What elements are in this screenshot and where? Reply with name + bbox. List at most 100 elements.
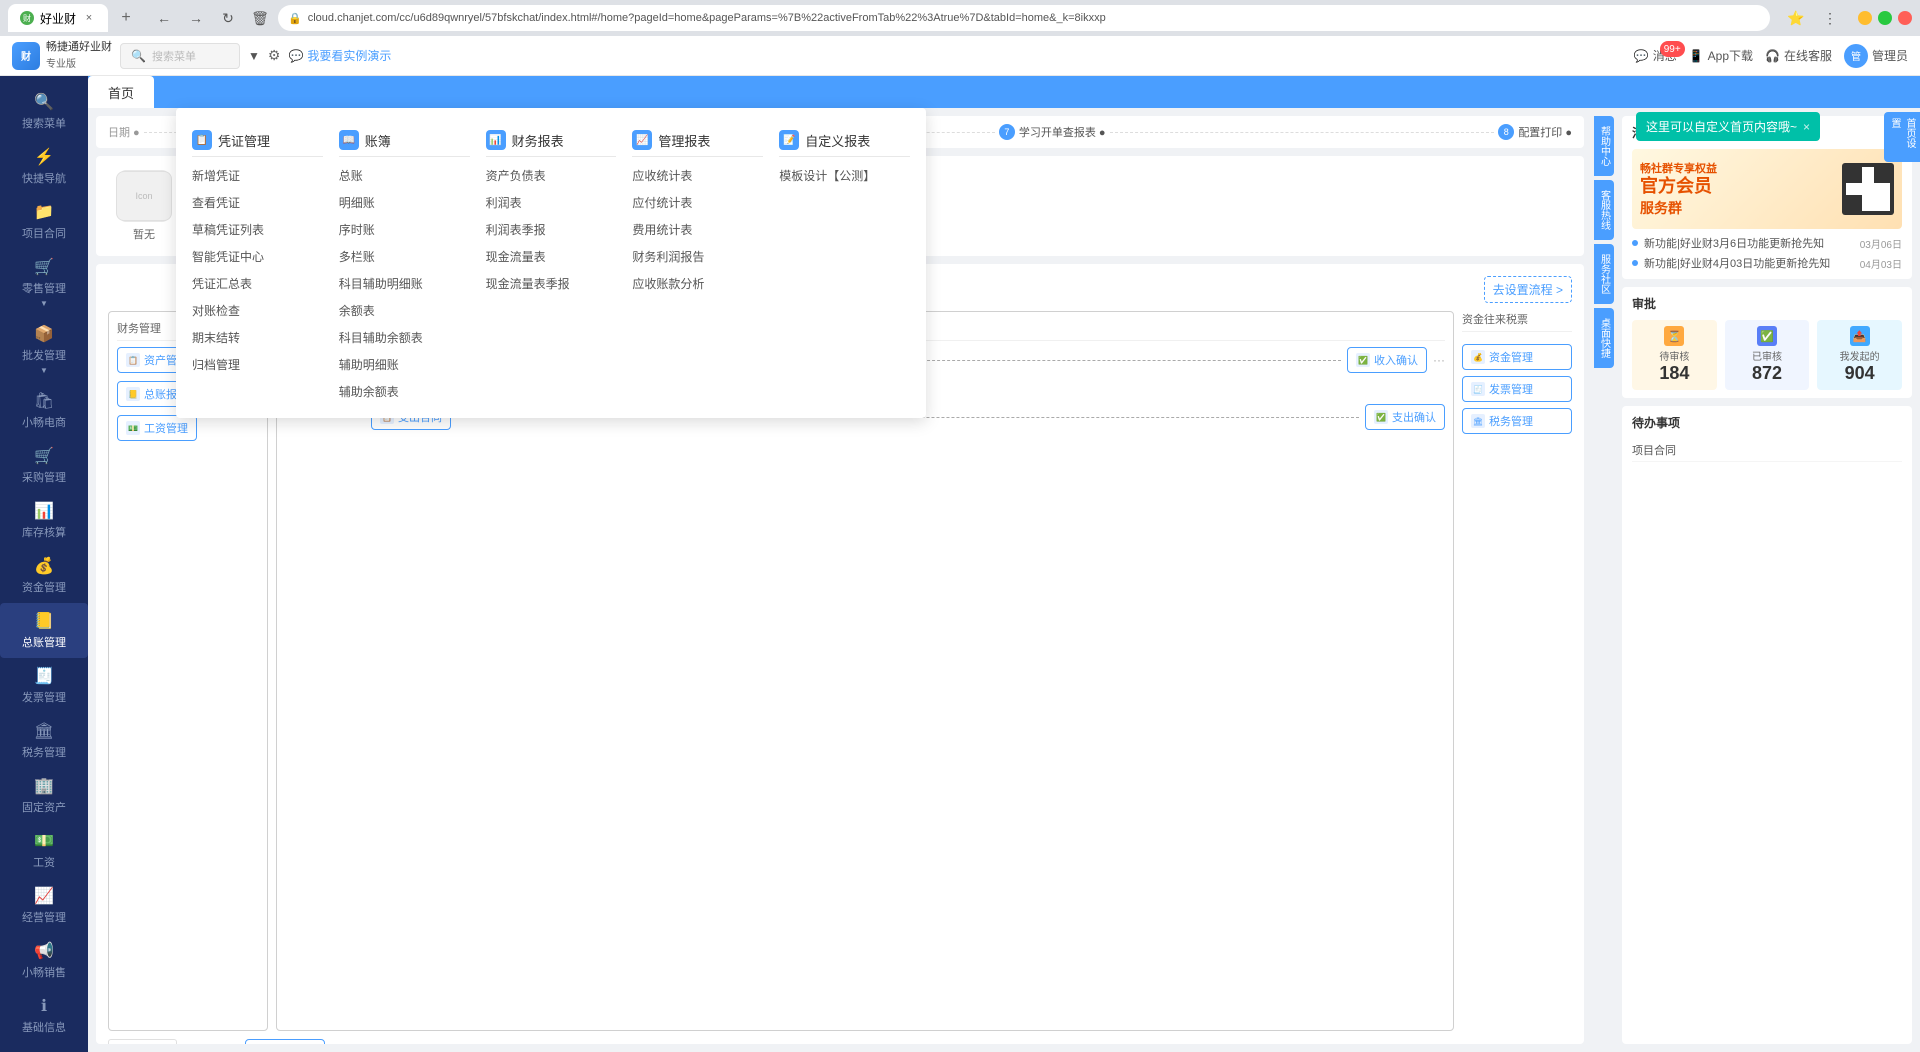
menu-profit-report[interactable]: 财务利润报告 [632, 246, 763, 267]
community-btn[interactable]: 服务社区 [1594, 244, 1614, 304]
more-btn[interactable]: ⋮ [1816, 4, 1844, 32]
menu-balance[interactable]: 余额表 [339, 300, 470, 321]
menu-subject-detail[interactable]: 科目辅助明细账 [339, 273, 470, 294]
demo-btn[interactable]: 💬 我要看实例演示 [288, 47, 391, 64]
menu-section-ledger: 📖 账簿 总账 明细账 序时账 多栏账 科目辅助明细账 余额表 科目辅助余额表 … [339, 124, 470, 402]
home-settings-btn[interactable]: 首页设置 [1884, 112, 1920, 162]
menu-view-voucher[interactable]: 查看凭证 [192, 192, 323, 213]
flow-invoice-box[interactable]: 🧾 发票管理 [1462, 376, 1572, 402]
tooltip-close-btn[interactable]: × [1803, 120, 1810, 134]
news-item-1[interactable]: 新功能|好业财3月6日功能更新抢先知 03月06日 [1632, 235, 1902, 251]
menu-smart-center[interactable]: 智能凭证中心 [192, 246, 323, 267]
activity-banner[interactable]: 畅社群专享权益 官方会员 服务群 [1632, 149, 1902, 229]
sidebar-item-project[interactable]: 📁 项目合同 [0, 194, 88, 249]
sidebar-item-tax[interactable]: 🏛 税务管理 [0, 713, 88, 768]
settings-icon[interactable]: ⚙ [268, 47, 281, 64]
flow-inventory-box[interactable]: 📦 库存管理 [245, 1039, 325, 1044]
toolbar-search-input[interactable]: 🔍 搜索菜单 [120, 43, 240, 69]
approval-reviewed[interactable]: ✅ 已审核 872 [1725, 320, 1810, 390]
approval-card: 审批 ⏳ 待审核 184 ✅ 已审核 872 📤 [1622, 287, 1912, 398]
sidebar-item-inventory[interactable]: 📊 库存核算 [0, 493, 88, 548]
todo-item-project[interactable]: 项目合同 [1632, 439, 1902, 462]
refresh-btn[interactable]: ↻ [216, 6, 240, 30]
flow-expense-confirm-box[interactable]: ✅ 支出确认 [1365, 404, 1445, 430]
menu-period-close[interactable]: 期末结转 [192, 327, 323, 348]
bookmark-btn[interactable]: ⭐ [1782, 4, 1810, 32]
menu-aux-detail[interactable]: 辅助明细账 [339, 354, 470, 375]
menu-reconcile[interactable]: 对账检查 [192, 300, 323, 321]
browser-tab[interactable]: 财 好业财 × [8, 4, 108, 32]
menu-add-voucher[interactable]: 新增凭证 [192, 165, 323, 186]
sidebar-item-ledger[interactable]: 📒 总账管理 [0, 603, 88, 658]
set-flow-btn[interactable]: 去设置流程 > [1484, 276, 1572, 303]
menu-receivable-stats[interactable]: 应收统计表 [632, 165, 763, 186]
win-close-btn[interactable] [1898, 11, 1912, 25]
sidebar-item-nav[interactable]: ⚡ 快捷导航 [0, 139, 88, 194]
menu-archive[interactable]: 归档管理 [192, 354, 323, 375]
back-btn[interactable]: ← [152, 6, 176, 30]
new-tab-btn[interactable]: + [114, 6, 138, 30]
todo-project-label: 项目合同 [1632, 442, 1676, 458]
menu-profit-quarterly[interactable]: 利润表季报 [486, 219, 617, 240]
sidebar-item-payroll[interactable]: 💵 工资 [0, 823, 88, 878]
menu-subject-balance[interactable]: 科目辅助余额表 [339, 327, 470, 348]
flow-tax-box[interactable]: 🏛 税务管理 [1462, 408, 1572, 434]
menu-aux-balance[interactable]: 辅助余额表 [339, 381, 470, 402]
app-download-btn[interactable]: 📱 App下载 [1689, 47, 1753, 64]
win-maximize-btn[interactable] [1878, 11, 1892, 25]
approval-items: ⏳ 待审核 184 ✅ 已审核 872 📤 我发起的 904 [1632, 320, 1902, 390]
msg-btn[interactable]: 💬 消息 99+ [1634, 47, 1677, 64]
sidebar-item-retail[interactable]: 🛒 零售管理 ▼ [0, 249, 88, 316]
menu-cash-flow-quarterly[interactable]: 现金流量表季报 [486, 273, 617, 294]
sidebar-item-ecom[interactable]: 🛍 小畅电商 [0, 383, 88, 438]
ledger-items: 总账 明细账 序时账 多栏账 科目辅助明细账 余额表 科目辅助余额表 辅助明细账… [339, 165, 470, 402]
sidebar-item-sales[interactable]: 📢 小畅销售 [0, 933, 88, 988]
sidebar-item-purchase[interactable]: 🛒 采购管理 [0, 438, 88, 493]
flow-fund-box[interactable]: 💰 资金管理 [1462, 344, 1572, 370]
sidebar-item-system[interactable]: ⚙ 系统管理 [0, 1043, 88, 1052]
online-service-btn[interactable]: 🎧 在线客服 [1765, 47, 1832, 64]
flow-income-confirm-box[interactable]: ✅ 收入确认 [1347, 347, 1427, 373]
help-center-btn[interactable]: 帮助中心 [1594, 116, 1614, 176]
menu-balance-sheet[interactable]: 资产负债表 [486, 165, 617, 186]
menu-time-ledger[interactable]: 序时账 [339, 219, 470, 240]
sidebar-item-mgmt[interactable]: 📈 经营管理 [0, 878, 88, 933]
sidebar-item-invoice[interactable]: 🧾 发票管理 [0, 658, 88, 713]
news-item-2[interactable]: 新功能|好业财4月03日功能更新抢先知 04月03日 [1632, 255, 1902, 271]
flow-payroll-box[interactable]: 💵 工资管理 [117, 415, 197, 441]
inventory-icon: 📊 [34, 501, 54, 521]
menu-draft-list[interactable]: 草稿凭证列表 [192, 219, 323, 240]
reviewed-icon: ✅ [1757, 326, 1777, 346]
approval-pending[interactable]: ⏳ 待审核 184 [1632, 320, 1717, 390]
desktop-shortcut-btn[interactable]: 桌面快捷 [1594, 308, 1614, 368]
menu-payable-stats[interactable]: 应付统计表 [632, 192, 763, 213]
tab-home[interactable]: 首页 [88, 76, 154, 108]
menu-cash-flow[interactable]: 现金流量表 [486, 246, 617, 267]
sidebar-item-fund[interactable]: 💰 资金管理 [0, 548, 88, 603]
hotline-btn[interactable]: 客服热线 [1594, 180, 1614, 240]
icon-he-1: Icon [116, 171, 172, 221]
icon-cell-1[interactable]: Icon 暂无 [104, 164, 184, 248]
menu-expense-stats[interactable]: 费用统计表 [632, 219, 763, 240]
menu-receivable-analysis[interactable]: 应收账款分析 [632, 273, 763, 294]
sidebar-item-wholesale[interactable]: 📦 批发管理 ▼ [0, 316, 88, 383]
forward-btn[interactable]: → [184, 6, 208, 30]
menu-multi-ledger[interactable]: 多栏账 [339, 246, 470, 267]
icon-cell-1-label: 暂无 [133, 226, 155, 242]
user-btn[interactable]: 管 管理员 [1844, 44, 1908, 68]
address-bar[interactable]: 🔒 cloud.chanjet.com/cc/u6d89qwnryel/57bf… [278, 5, 1770, 31]
tab-close-btn[interactable]: × [82, 11, 96, 25]
sidebar-item-search[interactable]: 🔍 搜索菜单 [0, 84, 88, 139]
win-minimize-btn[interactable] [1858, 11, 1872, 25]
menu-detail-ledger[interactable]: 明细账 [339, 192, 470, 213]
sidebar-item-basic[interactable]: ℹ 基础信息 [0, 988, 88, 1043]
menu-template-design[interactable]: 模板设计【公测】 [779, 165, 910, 186]
approval-sent[interactable]: 📤 我发起的 904 [1817, 320, 1902, 390]
menu-profit-loss[interactable]: 利润表 [486, 192, 617, 213]
toolbar-dropdown[interactable]: ▼ [248, 49, 260, 63]
toolbar-right: 💬 消息 99+ 📱 App下载 🎧 在线客服 管 管理员 [1634, 44, 1908, 68]
menu-general-ledger[interactable]: 总账 [339, 165, 470, 186]
delete-btn[interactable]: 🗑 [248, 6, 272, 30]
menu-voucher-summary[interactable]: 凭证汇总表 [192, 273, 323, 294]
sidebar-item-assets[interactable]: 🏢 固定资产 [0, 768, 88, 823]
